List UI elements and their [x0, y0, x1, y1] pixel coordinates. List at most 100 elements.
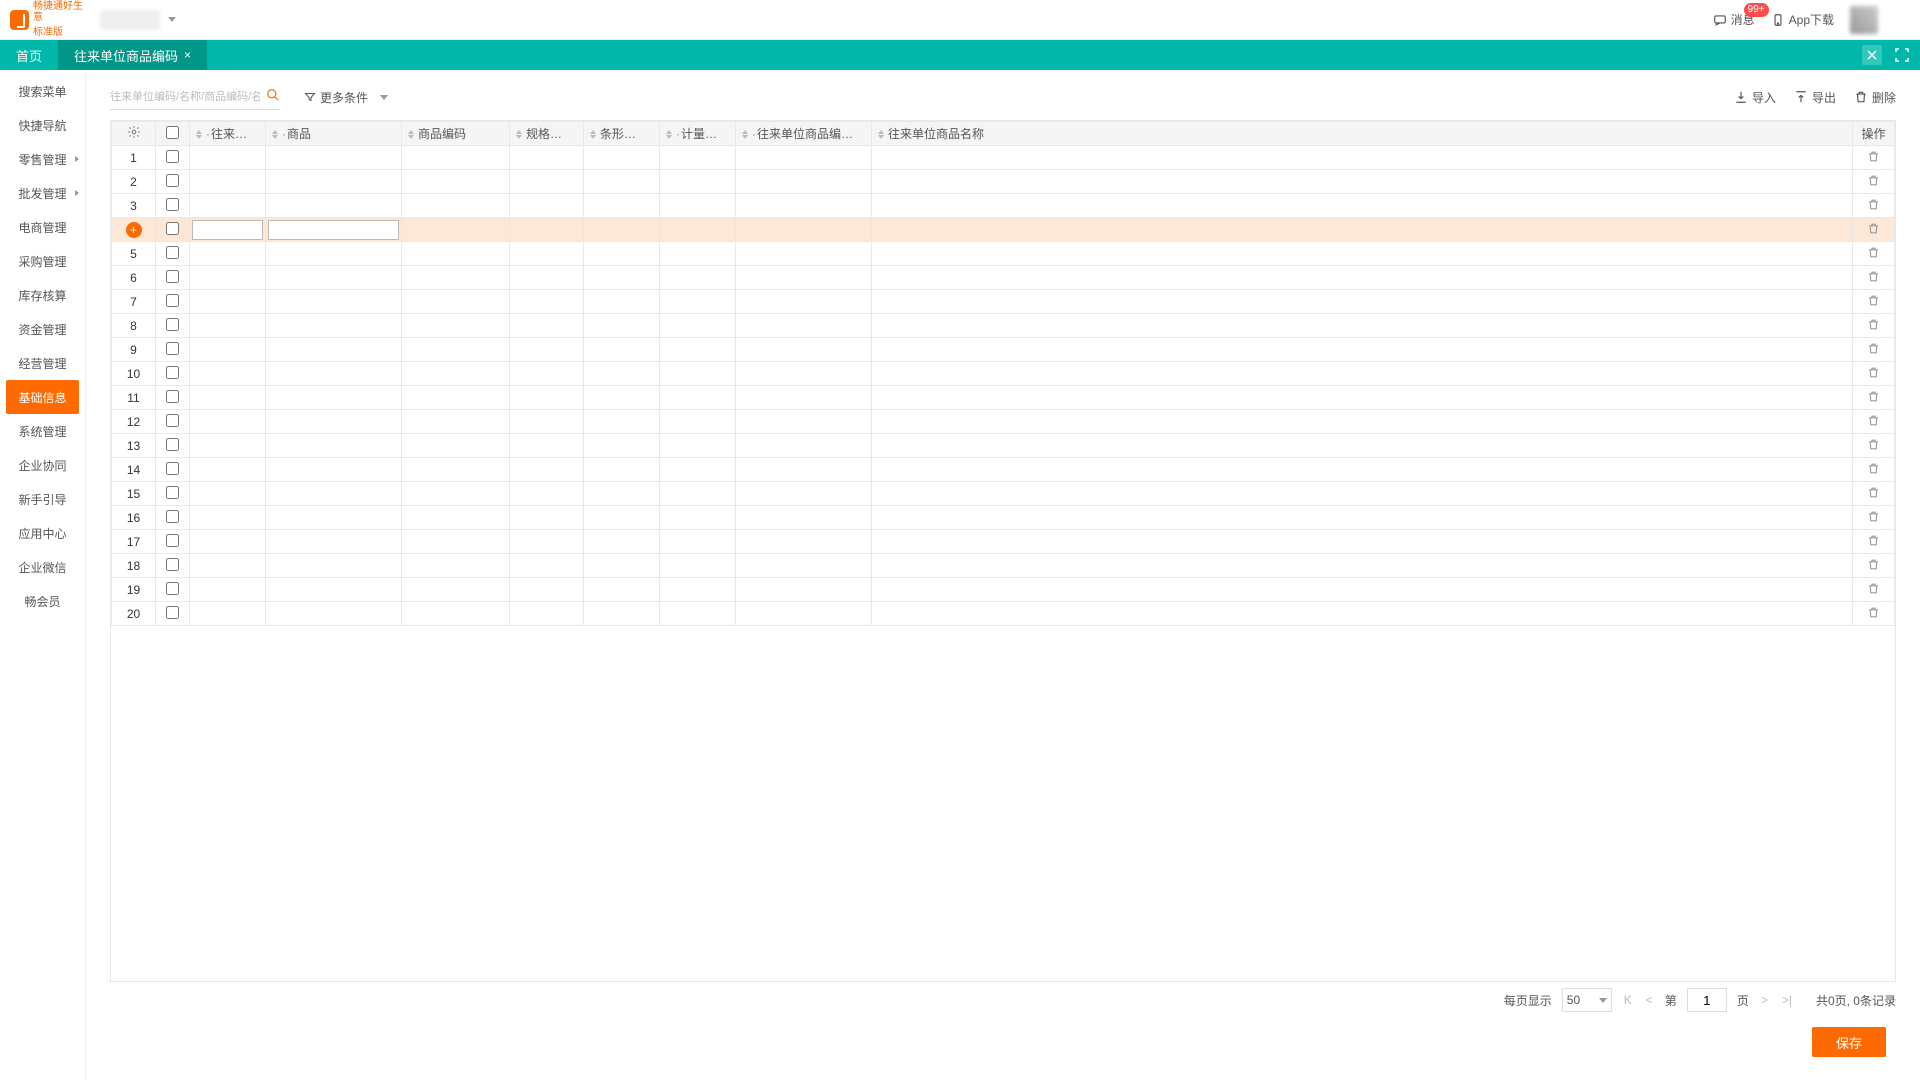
- sidebar-item-零售管理[interactable]: 零售管理: [0, 142, 85, 176]
- row-delete[interactable]: [1853, 194, 1895, 218]
- table-cell[interactable]: [660, 602, 736, 626]
- table-row[interactable]: 8: [112, 314, 1895, 338]
- table-cell[interactable]: [510, 386, 584, 410]
- table-cell[interactable]: [584, 362, 660, 386]
- table-cell[interactable]: [584, 290, 660, 314]
- table-cell[interactable]: [872, 146, 1853, 170]
- table-cell[interactable]: [872, 242, 1853, 266]
- table-cell[interactable]: [190, 578, 266, 602]
- table-cell[interactable]: [872, 482, 1853, 506]
- column-header[interactable]: ·商品: [266, 122, 402, 146]
- row-delete[interactable]: [1853, 434, 1895, 458]
- row-delete[interactable]: [1853, 314, 1895, 338]
- cell-editor[interactable]: [192, 220, 263, 240]
- table-cell[interactable]: [190, 194, 266, 218]
- table-cell[interactable]: [190, 146, 266, 170]
- table-cell[interactable]: [190, 338, 266, 362]
- table-row[interactable]: 15: [112, 482, 1895, 506]
- table-cell[interactable]: [266, 338, 402, 362]
- table-cell[interactable]: [402, 482, 510, 506]
- table-cell[interactable]: [736, 530, 872, 554]
- table-cell[interactable]: [736, 146, 872, 170]
- row-checkbox[interactable]: [166, 414, 179, 427]
- sidebar-item-搜索菜单[interactable]: 搜索菜单: [0, 74, 85, 108]
- row-delete[interactable]: [1853, 362, 1895, 386]
- column-header[interactable]: 条形…: [584, 122, 660, 146]
- table-cell[interactable]: [266, 170, 402, 194]
- row-delete[interactable]: [1853, 554, 1895, 578]
- table-cell[interactable]: [872, 530, 1853, 554]
- row-checkbox[interactable]: [166, 510, 179, 523]
- close-all-tabs-button[interactable]: [1862, 45, 1882, 65]
- table-cell[interactable]: [510, 218, 584, 242]
- table-cell[interactable]: [660, 458, 736, 482]
- tab-往来单位商品编码[interactable]: 往来单位商品编码×: [58, 40, 207, 70]
- table-cell[interactable]: [266, 194, 402, 218]
- table-cell[interactable]: [402, 434, 510, 458]
- select-all-checkbox[interactable]: [166, 126, 179, 139]
- table-cell[interactable]: [584, 194, 660, 218]
- table-cell[interactable]: [660, 170, 736, 194]
- row-checkbox[interactable]: [166, 150, 179, 163]
- sidebar-item-快捷导航[interactable]: 快捷导航: [0, 108, 85, 142]
- table-cell[interactable]: [266, 578, 402, 602]
- table-cell[interactable]: [510, 242, 584, 266]
- table-cell[interactable]: [510, 338, 584, 362]
- table-cell[interactable]: [872, 338, 1853, 362]
- table-cell[interactable]: [402, 170, 510, 194]
- table-row[interactable]: 7: [112, 290, 1895, 314]
- table-cell[interactable]: [510, 602, 584, 626]
- table-cell[interactable]: [190, 242, 266, 266]
- settings-column-header[interactable]: [112, 122, 156, 146]
- table-cell[interactable]: [872, 554, 1853, 578]
- table-cell[interactable]: [510, 146, 584, 170]
- table-cell[interactable]: [736, 290, 872, 314]
- table-cell[interactable]: [736, 170, 872, 194]
- table-cell[interactable]: [660, 338, 736, 362]
- table-cell[interactable]: [872, 266, 1853, 290]
- fullscreen-button[interactable]: [1892, 45, 1912, 65]
- org-selector[interactable]: [100, 10, 176, 30]
- table-cell[interactable]: [190, 266, 266, 290]
- table-row[interactable]: 12: [112, 410, 1895, 434]
- table-cell[interactable]: [190, 314, 266, 338]
- table-cell[interactable]: [190, 170, 266, 194]
- sidebar-item-基础信息[interactable]: 基础信息: [6, 380, 79, 414]
- table-cell[interactable]: [190, 482, 266, 506]
- table-row[interactable]: 11: [112, 386, 1895, 410]
- row-checkbox[interactable]: [166, 486, 179, 499]
- table-cell[interactable]: [584, 554, 660, 578]
- sidebar-item-批发管理[interactable]: 批发管理: [0, 176, 85, 210]
- table-cell[interactable]: [584, 242, 660, 266]
- sidebar-item-企业协同[interactable]: 企业协同: [0, 448, 85, 482]
- first-page-button[interactable]: K: [1622, 993, 1634, 1007]
- table-cell[interactable]: [402, 242, 510, 266]
- row-checkbox[interactable]: [166, 606, 179, 619]
- table-row[interactable]: +: [112, 218, 1895, 242]
- table-cell[interactable]: [872, 314, 1853, 338]
- table-cell[interactable]: [584, 338, 660, 362]
- row-checkbox[interactable]: [166, 294, 179, 307]
- table-cell[interactable]: [510, 362, 584, 386]
- table-cell[interactable]: [736, 554, 872, 578]
- table-cell[interactable]: [872, 218, 1853, 242]
- table-cell[interactable]: [660, 314, 736, 338]
- next-page-button[interactable]: >: [1759, 993, 1770, 1007]
- export-button[interactable]: 导出: [1794, 89, 1836, 106]
- more-conditions-button[interactable]: 更多条件: [304, 89, 388, 106]
- table-cell[interactable]: [736, 266, 872, 290]
- row-delete[interactable]: [1853, 146, 1895, 170]
- sidebar-item-资金管理[interactable]: 资金管理: [0, 312, 85, 346]
- table-cell[interactable]: [510, 434, 584, 458]
- table-cell[interactable]: [584, 266, 660, 290]
- table-cell[interactable]: [584, 506, 660, 530]
- table-cell[interactable]: [660, 266, 736, 290]
- table-cell[interactable]: [266, 290, 402, 314]
- table-cell[interactable]: [402, 578, 510, 602]
- table-row[interactable]: 19: [112, 578, 1895, 602]
- table-cell[interactable]: [736, 410, 872, 434]
- table-cell[interactable]: [736, 386, 872, 410]
- table-cell[interactable]: [660, 290, 736, 314]
- table-cell[interactable]: [402, 194, 510, 218]
- table-cell[interactable]: [736, 578, 872, 602]
